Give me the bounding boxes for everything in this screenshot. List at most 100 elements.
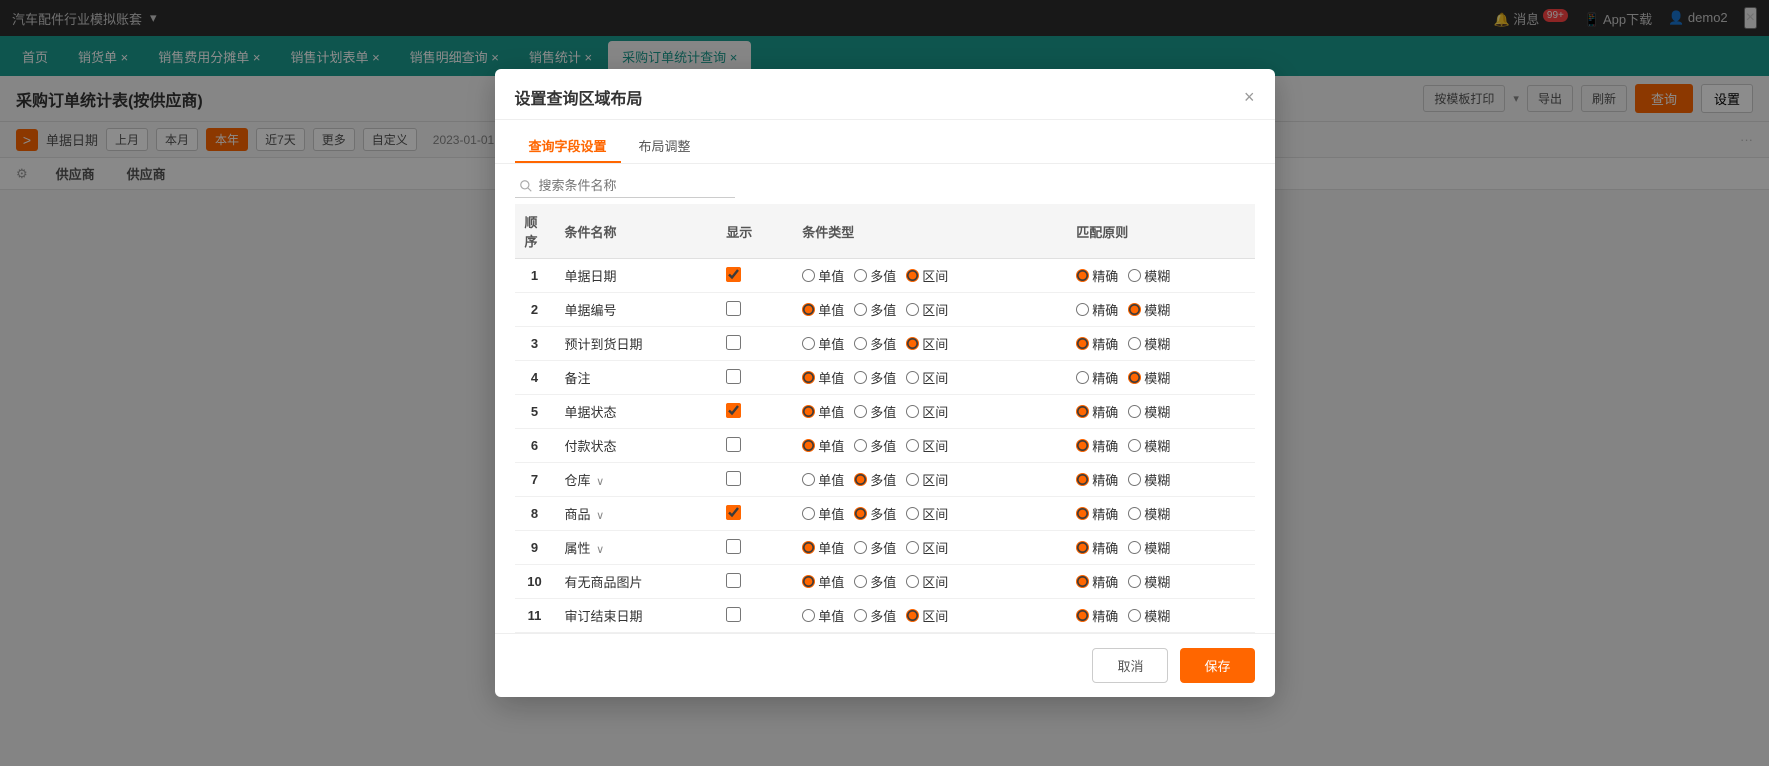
show-checkbox[interactable]	[726, 573, 741, 588]
type-radio-single[interactable]	[802, 269, 815, 282]
type-radio-item-multi[interactable]: 多值	[854, 402, 896, 421]
match-radio-exact[interactable]	[1076, 575, 1089, 588]
show-checkbox[interactable]	[726, 539, 741, 554]
match-radio-fuzzy[interactable]	[1128, 303, 1141, 316]
cancel-button[interactable]: 取消	[1092, 648, 1168, 683]
search-input[interactable]	[515, 174, 735, 198]
type-radio-item-range[interactable]: 区间	[906, 402, 948, 421]
show-checkbox[interactable]	[726, 267, 741, 282]
type-radio-item-single[interactable]: 单值	[802, 538, 844, 557]
show-checkbox[interactable]	[726, 369, 741, 384]
match-radio-item-fuzzy[interactable]: 模糊	[1128, 538, 1170, 557]
match-radio-exact[interactable]	[1076, 371, 1089, 384]
show-checkbox[interactable]	[726, 607, 741, 622]
match-radio-item-exact[interactable]: 精确	[1076, 606, 1118, 625]
match-radio-item-exact[interactable]: 精确	[1076, 470, 1118, 489]
type-radio-item-single[interactable]: 单值	[802, 470, 844, 489]
match-radio-exact[interactable]	[1076, 439, 1089, 452]
type-radio-item-multi[interactable]: 多值	[854, 606, 896, 625]
type-radio-item-multi[interactable]: 多值	[854, 266, 896, 285]
match-radio-item-fuzzy[interactable]: 模糊	[1128, 572, 1170, 591]
type-radio-item-multi[interactable]: 多值	[854, 300, 896, 319]
type-radio-item-single[interactable]: 单值	[802, 504, 844, 523]
match-radio-item-exact[interactable]: 精确	[1076, 266, 1118, 285]
type-radio-multi[interactable]	[854, 609, 867, 622]
match-radio-item-exact[interactable]: 精确	[1076, 334, 1118, 353]
type-radio-single[interactable]	[802, 473, 815, 486]
type-radio-range[interactable]	[906, 269, 919, 282]
match-radio-item-fuzzy[interactable]: 模糊	[1128, 470, 1170, 489]
match-radio-exact[interactable]	[1076, 269, 1089, 282]
type-radio-item-multi[interactable]: 多值	[854, 538, 896, 557]
match-radio-exact[interactable]	[1076, 337, 1089, 350]
type-radio-range[interactable]	[906, 439, 919, 452]
type-radio-item-multi[interactable]: 多值	[854, 470, 896, 489]
match-radio-item-exact[interactable]: 精确	[1076, 300, 1118, 319]
type-radio-multi[interactable]	[854, 405, 867, 418]
match-radio-exact[interactable]	[1076, 541, 1089, 554]
type-radio-item-single[interactable]: 单值	[802, 266, 844, 285]
type-radio-single[interactable]	[802, 439, 815, 452]
match-radio-item-exact[interactable]: 精确	[1076, 436, 1118, 455]
match-radio-item-fuzzy[interactable]: 模糊	[1128, 436, 1170, 455]
match-radio-item-fuzzy[interactable]: 模糊	[1128, 402, 1170, 421]
match-radio-fuzzy[interactable]	[1128, 337, 1141, 350]
type-radio-item-single[interactable]: 单值	[802, 368, 844, 387]
type-radio-item-range[interactable]: 区间	[906, 538, 948, 557]
type-radio-single[interactable]	[802, 405, 815, 418]
tab-layout-adjust[interactable]: 布局调整	[625, 130, 705, 163]
type-radio-item-single[interactable]: 单值	[802, 436, 844, 455]
type-radio-item-range[interactable]: 区间	[906, 368, 948, 387]
match-radio-item-exact[interactable]: 精确	[1076, 538, 1118, 557]
match-radio-exact[interactable]	[1076, 405, 1089, 418]
match-radio-fuzzy[interactable]	[1128, 575, 1141, 588]
match-radio-item-exact[interactable]: 精确	[1076, 368, 1118, 387]
type-radio-item-multi[interactable]: 多值	[854, 334, 896, 353]
type-radio-range[interactable]	[906, 371, 919, 384]
show-checkbox[interactable]	[726, 301, 741, 316]
type-radio-range[interactable]	[906, 473, 919, 486]
type-radio-multi[interactable]	[854, 337, 867, 350]
type-radio-item-range[interactable]: 区间	[906, 470, 948, 489]
type-radio-range[interactable]	[906, 575, 919, 588]
type-radio-item-range[interactable]: 区间	[906, 504, 948, 523]
type-radio-item-range[interactable]: 区间	[906, 334, 948, 353]
match-radio-exact[interactable]	[1076, 473, 1089, 486]
match-radio-item-fuzzy[interactable]: 模糊	[1128, 368, 1170, 387]
type-radio-item-multi[interactable]: 多值	[854, 504, 896, 523]
type-radio-range[interactable]	[906, 337, 919, 350]
match-radio-exact[interactable]	[1076, 303, 1089, 316]
match-radio-fuzzy[interactable]	[1128, 473, 1141, 486]
type-radio-item-range[interactable]: 区间	[906, 572, 948, 591]
match-radio-item-exact[interactable]: 精确	[1076, 402, 1118, 421]
match-radio-item-exact[interactable]: 精确	[1076, 572, 1118, 591]
match-radio-item-fuzzy[interactable]: 模糊	[1128, 266, 1170, 285]
type-radio-multi[interactable]	[854, 507, 867, 520]
type-radio-item-single[interactable]: 单值	[802, 572, 844, 591]
match-radio-exact[interactable]	[1076, 609, 1089, 622]
match-radio-fuzzy[interactable]	[1128, 541, 1141, 554]
type-radio-item-single[interactable]: 单值	[802, 300, 844, 319]
match-radio-fuzzy[interactable]	[1128, 609, 1141, 622]
type-radio-item-multi[interactable]: 多值	[854, 436, 896, 455]
type-radio-item-range[interactable]: 区间	[906, 436, 948, 455]
show-checkbox[interactable]	[726, 437, 741, 452]
type-radio-item-single[interactable]: 单值	[802, 402, 844, 421]
match-radio-fuzzy[interactable]	[1128, 507, 1141, 520]
type-radio-multi[interactable]	[854, 473, 867, 486]
type-radio-multi[interactable]	[854, 541, 867, 554]
match-radio-fuzzy[interactable]	[1128, 269, 1141, 282]
show-checkbox[interactable]	[726, 403, 741, 418]
match-radio-item-fuzzy[interactable]: 模糊	[1128, 606, 1170, 625]
type-radio-single[interactable]	[802, 541, 815, 554]
match-radio-exact[interactable]	[1076, 507, 1089, 520]
type-radio-single[interactable]	[802, 507, 815, 520]
type-radio-item-single[interactable]: 单值	[802, 606, 844, 625]
type-radio-item-single[interactable]: 单值	[802, 334, 844, 353]
type-radio-multi[interactable]	[854, 371, 867, 384]
save-button[interactable]: 保存	[1180, 648, 1254, 683]
match-radio-fuzzy[interactable]	[1128, 439, 1141, 452]
type-radio-item-range[interactable]: 区间	[906, 606, 948, 625]
show-checkbox[interactable]	[726, 335, 741, 350]
type-radio-range[interactable]	[906, 405, 919, 418]
